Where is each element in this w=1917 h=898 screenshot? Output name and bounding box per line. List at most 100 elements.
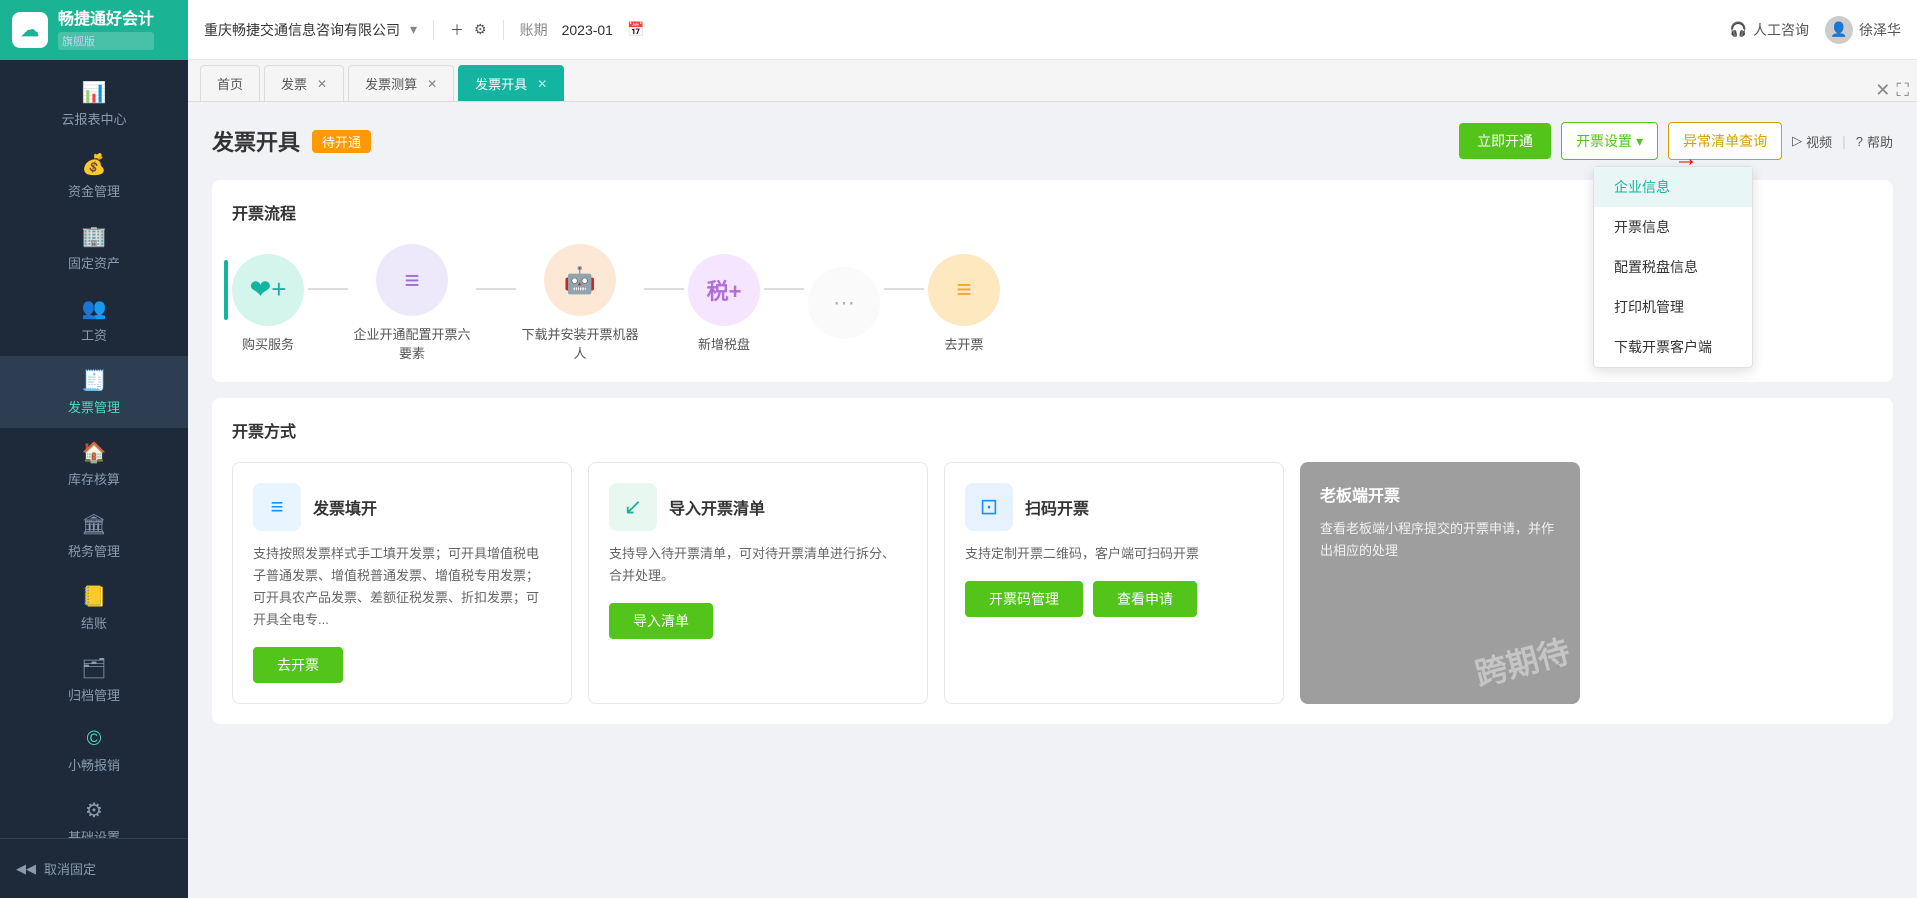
sidebar-item-fixed-assets[interactable]: 🏢 固定资产 xyxy=(0,212,188,284)
sidebar-item-tax[interactable]: 🏛 税务管理 xyxy=(0,500,188,572)
logo-badge: 旗舰版 xyxy=(58,32,154,50)
method-section-title: 开票方式 xyxy=(232,418,1873,442)
method-cards: ≡ 发票填开 支持按照发票样式手工填开发票；可开具增值税电子普通发票、增值税普通… xyxy=(232,462,1873,704)
status-badge: 待开通 xyxy=(312,130,371,153)
play-icon: ▷ xyxy=(1792,133,1802,149)
tab-invoice-close[interactable]: ✕ xyxy=(317,77,327,91)
manual-go-btn[interactable]: 去开票 xyxy=(253,647,343,683)
dropdown-icon[interactable]: ▾ xyxy=(410,21,417,38)
heart-plus-icon: ❤+ xyxy=(250,274,287,305)
step-divider-3 xyxy=(644,288,684,290)
boss-card-title: 老板端开票 xyxy=(1320,482,1560,506)
header: 重庆畅捷交通信息咨询有限公司 ▾ ＋ ⚙ 账期 2023-01 📅 🎧 人工咨询… xyxy=(188,0,1917,60)
close-tab-btn[interactable]: ✕ xyxy=(1875,80,1890,101)
headset-icon: 🎧 xyxy=(1730,21,1747,38)
tab-invoice-open[interactable]: 发票开具 ✕ xyxy=(458,65,564,101)
import-btn[interactable]: 导入清单 xyxy=(609,603,713,639)
step3-icon-circle: 🤖 xyxy=(544,244,616,316)
header-divider2 xyxy=(503,20,504,40)
flow-step-2: ≡ 企业开通配置开票六要素 xyxy=(352,244,472,362)
tab-invoice-calc[interactable]: 发票测算 ✕ xyxy=(348,65,454,101)
step1-label: 购买服务 xyxy=(242,334,294,353)
gear-icon: ⚙ xyxy=(474,21,487,38)
dropdown-company-info[interactable]: 企业信息 xyxy=(1594,167,1752,207)
tax-icon: 🏛 xyxy=(81,512,106,537)
step-divider-5 xyxy=(884,288,924,290)
sidebar-nav: 📊 云报表中心 💰 资金管理 🏢 固定资产 👥 工资 🧾 发票管理 🏠 库存核算… xyxy=(0,60,188,838)
step-divider-4 xyxy=(764,288,804,290)
salary-icon: 👥 xyxy=(82,296,107,321)
sidebar-item-archive[interactable]: 🗂 归档管理 xyxy=(0,644,188,716)
unpin-label: 取消固定 xyxy=(44,859,96,878)
step1-icon-circle: ❤+ xyxy=(232,254,304,326)
method-card-boss: 老板端开票 查看老板端小程序提交的开票申请，并作出相应的处理 跨期待 xyxy=(1300,462,1580,704)
archive-icon: 🗂 xyxy=(81,656,106,681)
page-content: 发票开具 待开通 立即开通 开票设置 ▾ 异常清单查询 ▷ 视频 | ? xyxy=(188,102,1917,898)
step-divider-1 xyxy=(308,288,348,290)
sidebar-item-settlement[interactable]: 📒 结账 xyxy=(0,572,188,644)
sidebar-label: 固定资产 xyxy=(68,253,120,272)
sidebar-label: 工资 xyxy=(81,325,107,344)
sidebar-label: 资金管理 xyxy=(68,181,120,200)
settings-btn[interactable]: ⚙ xyxy=(474,21,487,38)
add-company-btn[interactable]: ＋ xyxy=(450,20,464,40)
scan-card-desc: 支持定制开票二维码，客户端可扫码开票 xyxy=(965,543,1263,565)
page-inner: 发票开具 待开通 立即开通 开票设置 ▾ 异常清单查询 ▷ 视频 | ? xyxy=(188,102,1917,760)
tab-invoice-calc-close[interactable]: ✕ xyxy=(427,77,437,91)
boss-card-desc: 查看老板端小程序提交的开票申请，并作出相应的处理 xyxy=(1320,518,1560,562)
method-section: 开票方式 ≡ 发票填开 支持按照发票样式手工填开发票；可开具增值税电子普通发票、… xyxy=(212,398,1893,724)
calendar-icon[interactable]: 📅 xyxy=(627,21,644,38)
import-card-icon: ↙ xyxy=(609,483,657,531)
maximize-btn[interactable]: ⛶ xyxy=(1896,80,1909,101)
user-section[interactable]: 👤 徐泽华 xyxy=(1825,16,1901,44)
fund-icon: 💰 xyxy=(82,152,107,177)
red-arrow-icon: → xyxy=(1674,145,1698,173)
tab-home[interactable]: 首页 xyxy=(200,65,260,101)
logo-name: 畅捷通好会计 xyxy=(58,10,154,29)
settlement-icon: 📒 xyxy=(82,584,107,609)
manual-card-title: 发票填开 xyxy=(313,495,377,519)
flow-step-placeholder: ⋯ xyxy=(808,267,880,339)
flow-step-1: ❤+ 购买服务 xyxy=(232,254,304,353)
sidebar-item-salary[interactable]: 👥 工资 xyxy=(0,284,188,356)
step4-label: 新增税盘 xyxy=(698,334,750,353)
scan-manage-btn[interactable]: 开票码管理 xyxy=(965,581,1083,617)
watermark-text: 跨期待 xyxy=(1470,627,1575,696)
sidebar-item-fund[interactable]: 💰 资金管理 xyxy=(0,140,188,212)
activate-btn[interactable]: 立即开通 xyxy=(1459,123,1551,159)
video-btn[interactable]: ▷ 视频 xyxy=(1792,132,1832,151)
sidebar-label: 云报表中心 xyxy=(61,109,126,128)
help-btn[interactable]: ? 帮助 xyxy=(1856,132,1893,151)
invoice-icon: 🧾 xyxy=(82,368,107,393)
sidebar-bottom: ◀◀ 取消固定 xyxy=(0,838,188,898)
tab-invoice[interactable]: 发票 ✕ xyxy=(264,65,344,101)
sidebar-label: 发票管理 xyxy=(68,397,120,416)
sidebar-item-inventory[interactable]: 🏠 库存核算 xyxy=(0,428,188,500)
tab-invoice-open-close[interactable]: ✕ xyxy=(537,77,547,91)
import-card-desc: 支持导入待开票清单，可对待开票清单进行拆分、合并处理。 xyxy=(609,543,907,587)
sidebar-label: 归档管理 xyxy=(68,685,120,704)
dropdown-menu: → 企业信息 开票信息 配置税盘信息 打印机管理 xyxy=(1593,166,1753,368)
method-card-scan: ⊡ 扫码开票 支持定制开票二维码，客户端可扫码开票 开票码管理 查看申请 xyxy=(944,462,1284,704)
step3-label: 下载并安装开票机器人 xyxy=(520,324,640,362)
placeholder-icon: ⋯ xyxy=(808,267,880,339)
tax-icon2: 税+ xyxy=(707,274,742,306)
tab-actions: ✕ ⛶ xyxy=(1875,80,1917,101)
settings-btn[interactable]: 开票设置 ▾ xyxy=(1561,122,1658,160)
sidebar-unpin[interactable]: ◀◀ 取消固定 xyxy=(0,849,188,888)
avatar: 👤 xyxy=(1825,16,1853,44)
sidebar-item-invoice[interactable]: 🧾 发票管理 xyxy=(0,356,188,428)
sidebar-item-settings[interactable]: ⚙ 基础设置 xyxy=(0,786,188,838)
sidebar-item-cloud-report[interactable]: 📊 云报表中心 xyxy=(0,68,188,140)
unpin-icon: ◀◀ xyxy=(16,861,36,877)
sidebar-label: 基础设置 xyxy=(68,827,120,838)
robot-icon: 🤖 xyxy=(564,265,596,296)
service-section[interactable]: 🎧 人工咨询 xyxy=(1730,20,1809,40)
scan-apply-btn[interactable]: 查看申请 xyxy=(1093,581,1197,617)
dropdown-printer[interactable]: 打印机管理 xyxy=(1594,287,1752,327)
dropdown-tax-config[interactable]: 配置税盘信息 xyxy=(1594,247,1752,287)
dropdown-download-client[interactable]: 下载开票客户端 xyxy=(1594,327,1752,367)
main-wrap: 重庆畅捷交通信息咨询有限公司 ▾ ＋ ⚙ 账期 2023-01 📅 🎧 人工咨询… xyxy=(188,0,1917,898)
sidebar-item-report[interactable]: © 小畅报销 xyxy=(0,716,188,786)
dropdown-invoice-info[interactable]: 开票信息 xyxy=(1594,207,1752,247)
